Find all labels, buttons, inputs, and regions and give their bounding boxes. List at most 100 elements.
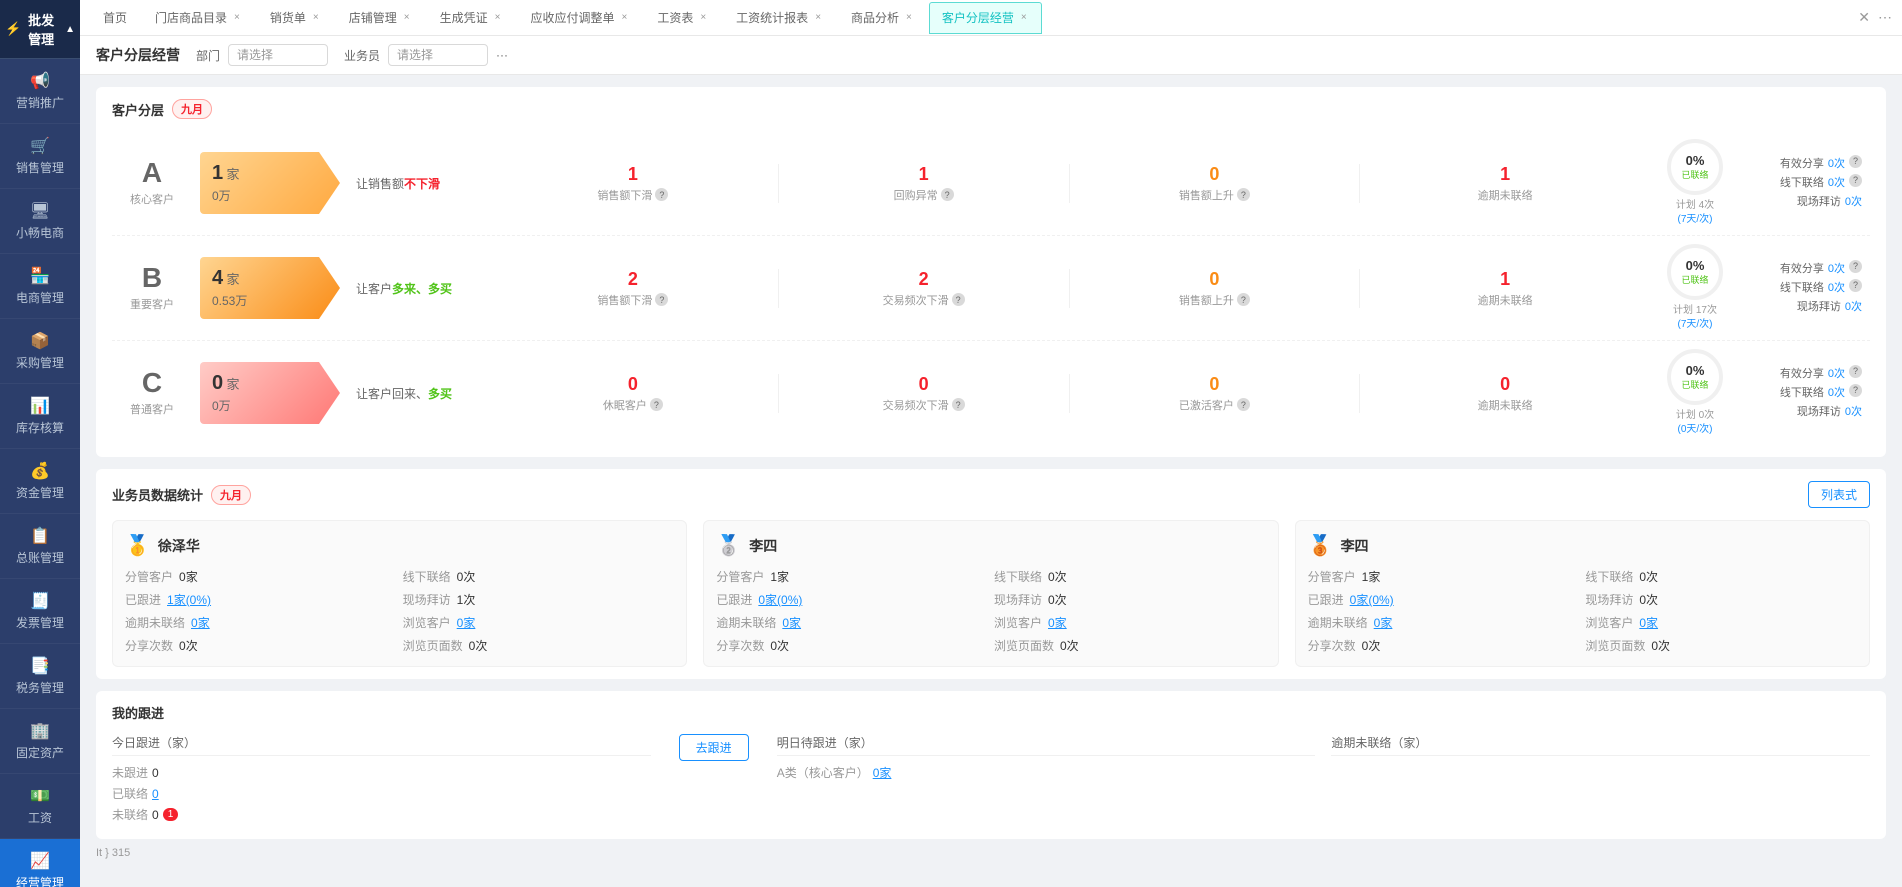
staff-val-2-4[interactable]: 0家 [782,614,801,631]
info-icon-b2[interactable]: ? [952,293,965,306]
gongzi-icon: 💵 [5,786,75,806]
staff-val-3-4[interactable]: 0家 [1374,614,1393,631]
tab-dianpu-close[interactable]: × [402,11,412,24]
staff-val-3-1: 0次 [1639,568,1658,585]
tier-stat-b3[interactable]: 0 销售额上升 ? [1070,269,1361,308]
tier-action-c3: 现场拜访 0次 [1748,403,1862,419]
tier-title-text: 客户分层 [112,100,164,119]
info-icon-a3[interactable]: ? [1237,188,1250,201]
zijin-icon: 💰 [5,461,75,481]
list-view-button[interactable]: 列表式 [1808,481,1870,508]
tab-kehu-close[interactable]: × [1019,11,1029,24]
info-icon-act-b2[interactable]: ? [1849,279,1862,292]
tab-shengcheng-close[interactable]: × [493,11,503,24]
tab-yingshou-close[interactable]: × [619,11,629,24]
sidebar-expand-icon[interactable]: ▲ [65,24,75,35]
staff-val-3-2[interactable]: 0家(0%) [1350,591,1394,608]
staff-val-3-5[interactable]: 0家 [1639,614,1658,631]
filter-dots[interactable]: ··· [496,48,508,62]
tier-stat-c3[interactable]: 0 已激活客户 ? [1070,374,1361,413]
circle-period-b[interactable]: (7天/次) [1678,319,1713,330]
tier-stat-b4[interactable]: 1 逾期未联络 [1360,269,1650,308]
sidebar-item-caigou[interactable]: 📦 采购管理 [0,319,80,384]
info-icon-c2[interactable]: ? [952,398,965,411]
tab-shengcheng[interactable]: 生成凭证 × [427,2,516,34]
tier-shape-c[interactable]: 0 家 0万 [200,362,340,424]
staff-label-2-0: 分管客户 [716,568,764,585]
sidebar-item-zijin[interactable]: 💰 资金管理 [0,449,80,514]
page-title: 客户分层经营 [96,45,180,65]
tab-shangpin[interactable]: 商品分析 × [838,2,927,34]
tier-month-badge[interactable]: 九月 [172,99,212,119]
tab-yingshou[interactable]: 应收应付调整单 × [517,2,642,34]
tier-stat-c1[interactable]: 0 休眠客户 ? [488,374,779,413]
follow-tomorrow-val1[interactable]: 0家 [873,764,892,781]
tier-stat-a2[interactable]: 1 回购异常 ? [779,164,1070,203]
tier-stat-a1[interactable]: 1 销售额下滑 ? [488,164,779,203]
info-icon-act-a1[interactable]: ? [1849,155,1862,168]
info-icon-a2[interactable]: ? [941,188,954,201]
sidebar-item-yingxiao[interactable]: 📢 营销推广 [0,59,80,124]
sidebar-item-dianshang[interactable]: 🏪 电商管理 [0,254,80,319]
info-icon-c3[interactable]: ? [1237,398,1250,411]
tab-dianpu[interactable]: 店铺管理 × [336,2,425,34]
info-icon-b3[interactable]: ? [1237,293,1250,306]
tab-xiaohuo-close[interactable]: × [311,11,321,24]
info-icon-act-a2[interactable]: ? [1849,174,1862,187]
tab-gongzi[interactable]: 工资表 × [644,2,721,34]
tab-kehu[interactable]: 客户分层经营 × [929,2,1042,34]
info-icon-act-c2[interactable]: ? [1849,384,1862,397]
circle-period-a[interactable]: (7天/次) [1678,214,1713,225]
tier-stat-b1[interactable]: 2 销售额下滑 ? [488,269,779,308]
sidebar-item-gongzi[interactable]: 💵 工资 [0,774,80,839]
staff-label-2-6: 分享次数 [716,637,764,654]
go-follow-button[interactable]: 去跟进 [679,734,749,761]
staff-select[interactable]: 请选择 [388,44,488,66]
follow-today-val2[interactable]: 0 [152,787,159,801]
sidebar-item-xiaoshou[interactable]: 🛒 销售管理 [0,124,80,189]
staff-val-1-2[interactable]: 1家(0%) [167,591,211,608]
circle-period-c[interactable]: (0天/次) [1678,424,1713,435]
dept-select[interactable]: 请选择 [228,44,328,66]
business-month-badge[interactable]: 九月 [211,485,251,505]
sidebar-item-fapiao[interactable]: 🧾 发票管理 [0,579,80,644]
tab-mendian[interactable]: 门店商品目录 × [142,2,255,34]
tab-xiaohuo[interactable]: 销货单 × [257,2,334,34]
tab-gongzitongji[interactable]: 工资统计报表 × [723,2,836,34]
sidebar-item-shuiwu[interactable]: 📑 税务管理 [0,644,80,709]
tab-mendian-close[interactable]: × [232,11,242,24]
sidebar-item-jingying[interactable]: 📈 经营管理 [0,839,80,887]
tier-stat-c4-num: 0 [1368,374,1642,395]
tier-stat-c2[interactable]: 0 交易频次下滑 ? [779,374,1070,413]
info-icon-b1[interactable]: ? [655,293,668,306]
tab-shangpin-close[interactable]: × [904,11,914,24]
tab-menu-icon[interactable]: ⋯ [1878,9,1892,26]
tab-gongzitongji-close[interactable]: × [813,11,823,24]
tab-kehu-label: 客户分层经营 [942,9,1014,26]
follow-today-val1[interactable]: 0 [152,766,159,780]
tab-gongzi-close[interactable]: × [698,11,708,24]
tab-close-all-icon[interactable]: ✕ [1858,9,1870,26]
staff-val-1-5[interactable]: 0家 [457,614,476,631]
tier-stat-c4[interactable]: 0 逾期未联络 [1360,374,1650,413]
tier-stat-b2[interactable]: 2 交易频次下滑 ? [779,269,1070,308]
sidebar-label-shuiwu: 税务管理 [16,681,64,695]
sidebar-item-kucun[interactable]: 📊 库存核算 [0,384,80,449]
info-icon-act-c1[interactable]: ? [1849,365,1862,378]
sidebar-item-gudingzichan[interactable]: 🏢 固定资产 [0,709,80,774]
info-icon-act-b1[interactable]: ? [1849,260,1862,273]
info-icon-c1[interactable]: ? [650,398,663,411]
tier-shape-a[interactable]: 1 家 0万 [200,152,340,214]
staff-val-1-4[interactable]: 0家 [191,614,210,631]
tier-shape-b[interactable]: 4 家 0.53万 [200,257,340,319]
tier-stat-a4[interactable]: 1 逾期未联络 [1360,164,1650,203]
staff-val-2-5[interactable]: 0家 [1048,614,1067,631]
tier-stat-a3[interactable]: 0 销售额上升 ? [1070,164,1361,203]
info-icon-a1[interactable]: ? [655,188,668,201]
staff-medal-1: 🥇 [125,533,150,558]
staff-name-2: 李四 [749,536,777,556]
sidebar-item-xiaodian[interactable]: 🖥 小畅电商 [0,189,80,254]
tab-home[interactable]: 首页 [90,2,140,34]
staff-val-2-2[interactable]: 0家(0%) [758,591,802,608]
sidebar-item-zhangzhang[interactable]: 📋 总账管理 [0,514,80,579]
